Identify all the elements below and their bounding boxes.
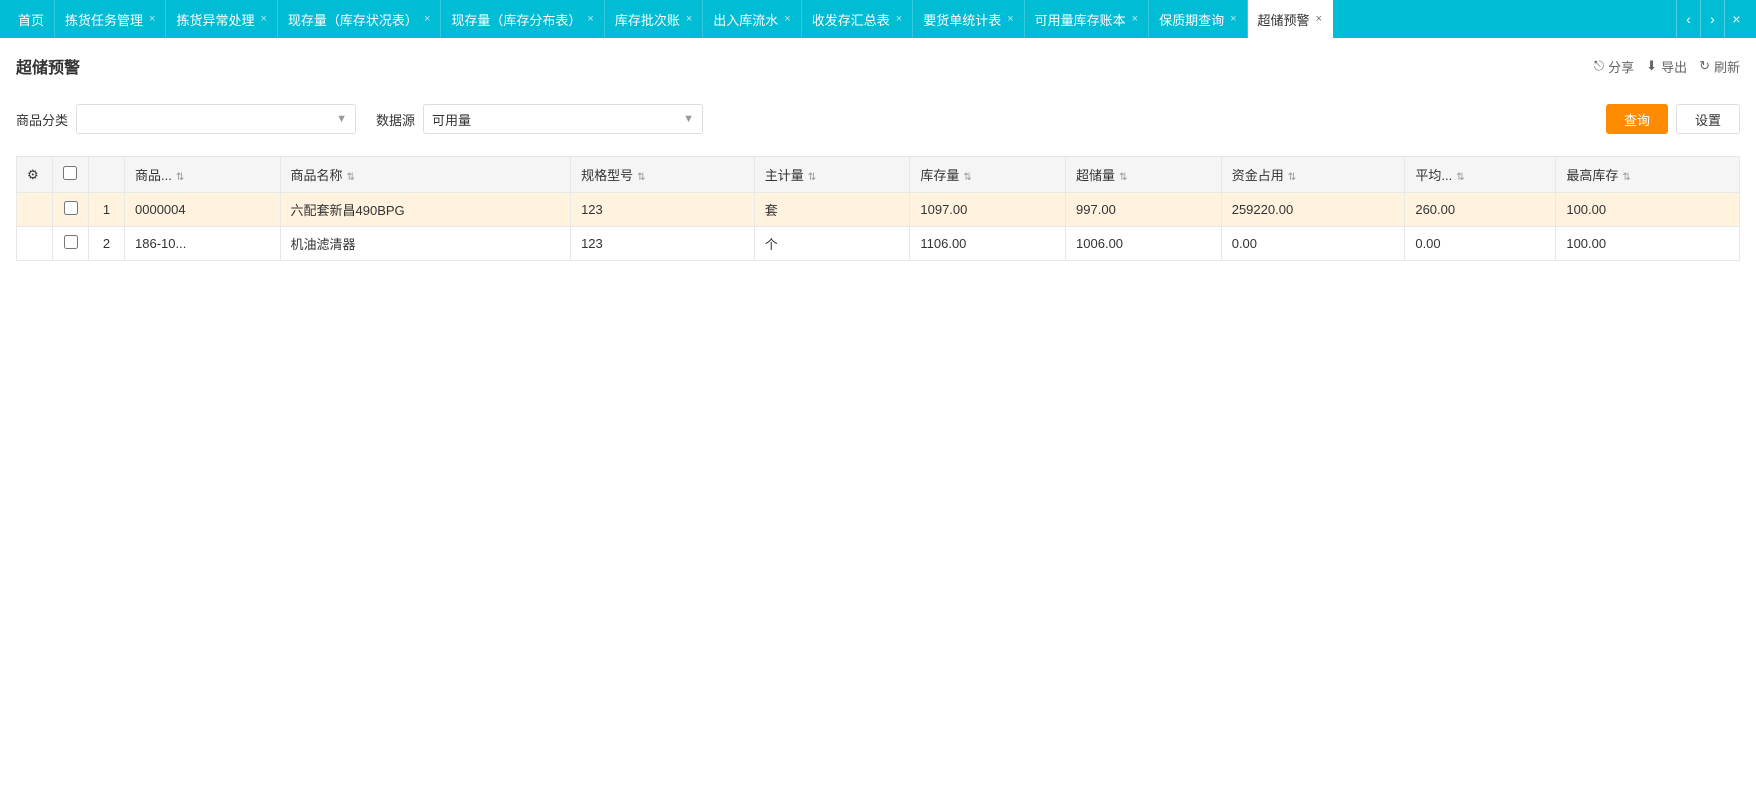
- td-checkbox-1[interactable]: [53, 227, 89, 261]
- td-avg-1: 0.00: [1405, 227, 1556, 261]
- table-header-row: ⚙ 商品...⇅ 商品名称⇅ 规格型号⇅ 主计量⇅ 库存量⇅ 超储量⇅ 资金占用…: [17, 157, 1740, 193]
- nav-item-close-10[interactable]: ×: [1230, 13, 1236, 25]
- nav-item-2[interactable]: 拣货异常处理×: [166, 0, 277, 38]
- th-avg[interactable]: 平均...⇅: [1405, 157, 1556, 193]
- nav-arrow-close[interactable]: ×: [1724, 0, 1748, 38]
- td-product-code-0: 0000004: [125, 193, 281, 227]
- nav-arrows: ‹ › ×: [1676, 0, 1748, 38]
- page-header: 超储预警 ⎋ 分享 ⬇ 导出 ↻ 刷新: [16, 54, 1740, 78]
- nav-item-close-5[interactable]: ×: [686, 13, 692, 25]
- th-checkbox: [53, 157, 89, 193]
- nav-item-4[interactable]: 现存量（库存分布表）×: [441, 0, 604, 38]
- nav-item-1[interactable]: 拣货任务管理×: [55, 0, 166, 38]
- header-actions: ⎋ 分享 ⬇ 导出 ↻ 刷新: [1594, 57, 1740, 76]
- datasource-arrow-icon: ▼: [683, 113, 694, 125]
- nav-item-3[interactable]: 现存量（库存状况表）×: [278, 0, 441, 38]
- nav-item-close-2[interactable]: ×: [260, 13, 266, 25]
- td-unit-1: 个: [754, 227, 910, 261]
- th-index: [89, 157, 125, 193]
- th-unit[interactable]: 主计量⇅: [754, 157, 910, 193]
- td-max-stock-0: 100.00: [1556, 193, 1740, 227]
- nav-item-close-3[interactable]: ×: [424, 13, 430, 25]
- td-capital-1: 0.00: [1221, 227, 1405, 261]
- td-avg-0: 260.00: [1405, 193, 1556, 227]
- nav-item-8[interactable]: 要货单统计表×: [913, 0, 1024, 38]
- td-overstock-1: 1006.00: [1066, 227, 1222, 261]
- data-table: ⚙ 商品...⇅ 商品名称⇅ 规格型号⇅ 主计量⇅ 库存量⇅ 超储量⇅ 资金占用…: [16, 156, 1740, 261]
- th-stock[interactable]: 库存量⇅: [910, 157, 1066, 193]
- row-checkbox-1[interactable]: [64, 235, 78, 249]
- th-product-code[interactable]: 商品...⇅: [125, 157, 281, 193]
- table-row: 2 186-10... 机油滤清器 123 个 1106.00 1006.00 …: [17, 227, 1740, 261]
- th-max-stock[interactable]: 最高库存⇅: [1556, 157, 1740, 193]
- th-overstock[interactable]: 超储量⇅: [1066, 157, 1222, 193]
- td-gear-0: [17, 193, 53, 227]
- select-all-checkbox[interactable]: [63, 166, 77, 180]
- nav-item-11[interactable]: 超储预警×: [1248, 0, 1333, 38]
- share-link[interactable]: ⎋ 分享: [1594, 57, 1634, 76]
- nav-item-close-9[interactable]: ×: [1132, 13, 1138, 25]
- datasource-value: 可用量: [432, 110, 471, 129]
- td-spec-model-0: 123: [571, 193, 755, 227]
- refresh-icon: ↻: [1699, 58, 1710, 74]
- nav-item-close-7[interactable]: ×: [896, 13, 902, 25]
- th-capital[interactable]: 资金占用⇅: [1221, 157, 1405, 193]
- product-category-label: 商品分类: [16, 110, 68, 129]
- th-product-name[interactable]: 商品名称⇅: [280, 157, 571, 193]
- nav-arrow-right[interactable]: ›: [1700, 0, 1724, 38]
- page-content: 超储预警 ⎋ 分享 ⬇ 导出 ↻ 刷新 商品分类 ▼ 数据源: [0, 38, 1756, 800]
- product-category-group: 商品分类 ▼: [16, 104, 356, 134]
- nav-item-7[interactable]: 收发存汇总表×: [802, 0, 913, 38]
- td-overstock-0: 997.00: [1066, 193, 1222, 227]
- page-title: 超储预警: [16, 54, 80, 78]
- datasource-select[interactable]: 可用量 ▼: [423, 104, 703, 134]
- share-icon: ⎋: [1594, 58, 1604, 74]
- nav-item-5[interactable]: 库存批次账×: [605, 0, 703, 38]
- td-unit-0: 套: [754, 193, 910, 227]
- nav-arrow-left[interactable]: ‹: [1676, 0, 1700, 38]
- td-capital-0: 259220.00: [1221, 193, 1405, 227]
- th-spec-model[interactable]: 规格型号⇅: [571, 157, 755, 193]
- export-link[interactable]: ⬇ 导出: [1646, 57, 1687, 76]
- nav-item-close-8[interactable]: ×: [1007, 13, 1013, 25]
- nav-item-close-11[interactable]: ×: [1316, 13, 1322, 25]
- settings-button[interactable]: 设置: [1676, 104, 1740, 134]
- td-checkbox-0[interactable]: [53, 193, 89, 227]
- nav-item-close-6[interactable]: ×: [784, 13, 790, 25]
- export-icon: ⬇: [1646, 58, 1657, 74]
- table-row: 1 0000004 六配套新昌490BPG 123 套 1097.00 997.…: [17, 193, 1740, 227]
- datasource-group: 数据源 可用量 ▼: [376, 104, 703, 134]
- refresh-link[interactable]: ↻ 刷新: [1699, 57, 1740, 76]
- nav-item-10[interactable]: 保质期查询×: [1149, 0, 1247, 38]
- nav-item-6[interactable]: 出入库流水×: [703, 0, 801, 38]
- filter-row: 商品分类 ▼ 数据源 可用量 ▼ 查询 设置: [16, 94, 1740, 144]
- nav-item-0[interactable]: 首页: [8, 0, 55, 38]
- td-max-stock-1: 100.00: [1556, 227, 1740, 261]
- top-nav: 首页拣货任务管理×拣货异常处理×现存量（库存状况表）×现存量（库存分布表）×库存…: [0, 0, 1756, 38]
- filter-buttons: 查询 设置: [1606, 104, 1740, 134]
- td-stock-0: 1097.00: [910, 193, 1066, 227]
- td-spec-model-1: 123: [571, 227, 755, 261]
- td-gear-1: [17, 227, 53, 261]
- product-category-arrow-icon: ▼: [336, 113, 347, 125]
- td-index-1: 2: [89, 227, 125, 261]
- td-index-0: 1: [89, 193, 125, 227]
- td-product-name-1: 机油滤清器: [280, 227, 571, 261]
- th-gear[interactable]: ⚙: [17, 157, 53, 193]
- nav-item-close-1[interactable]: ×: [149, 13, 155, 25]
- query-button[interactable]: 查询: [1606, 104, 1668, 134]
- nav-item-close-4[interactable]: ×: [587, 13, 593, 25]
- product-category-select[interactable]: ▼: [76, 104, 356, 134]
- nav-item-9[interactable]: 可用量库存账本×: [1025, 0, 1149, 38]
- datasource-label: 数据源: [376, 110, 415, 129]
- td-product-name-0: 六配套新昌490BPG: [280, 193, 571, 227]
- row-checkbox-0[interactable]: [64, 201, 78, 215]
- td-product-code-1: 186-10...: [125, 227, 281, 261]
- td-stock-1: 1106.00: [910, 227, 1066, 261]
